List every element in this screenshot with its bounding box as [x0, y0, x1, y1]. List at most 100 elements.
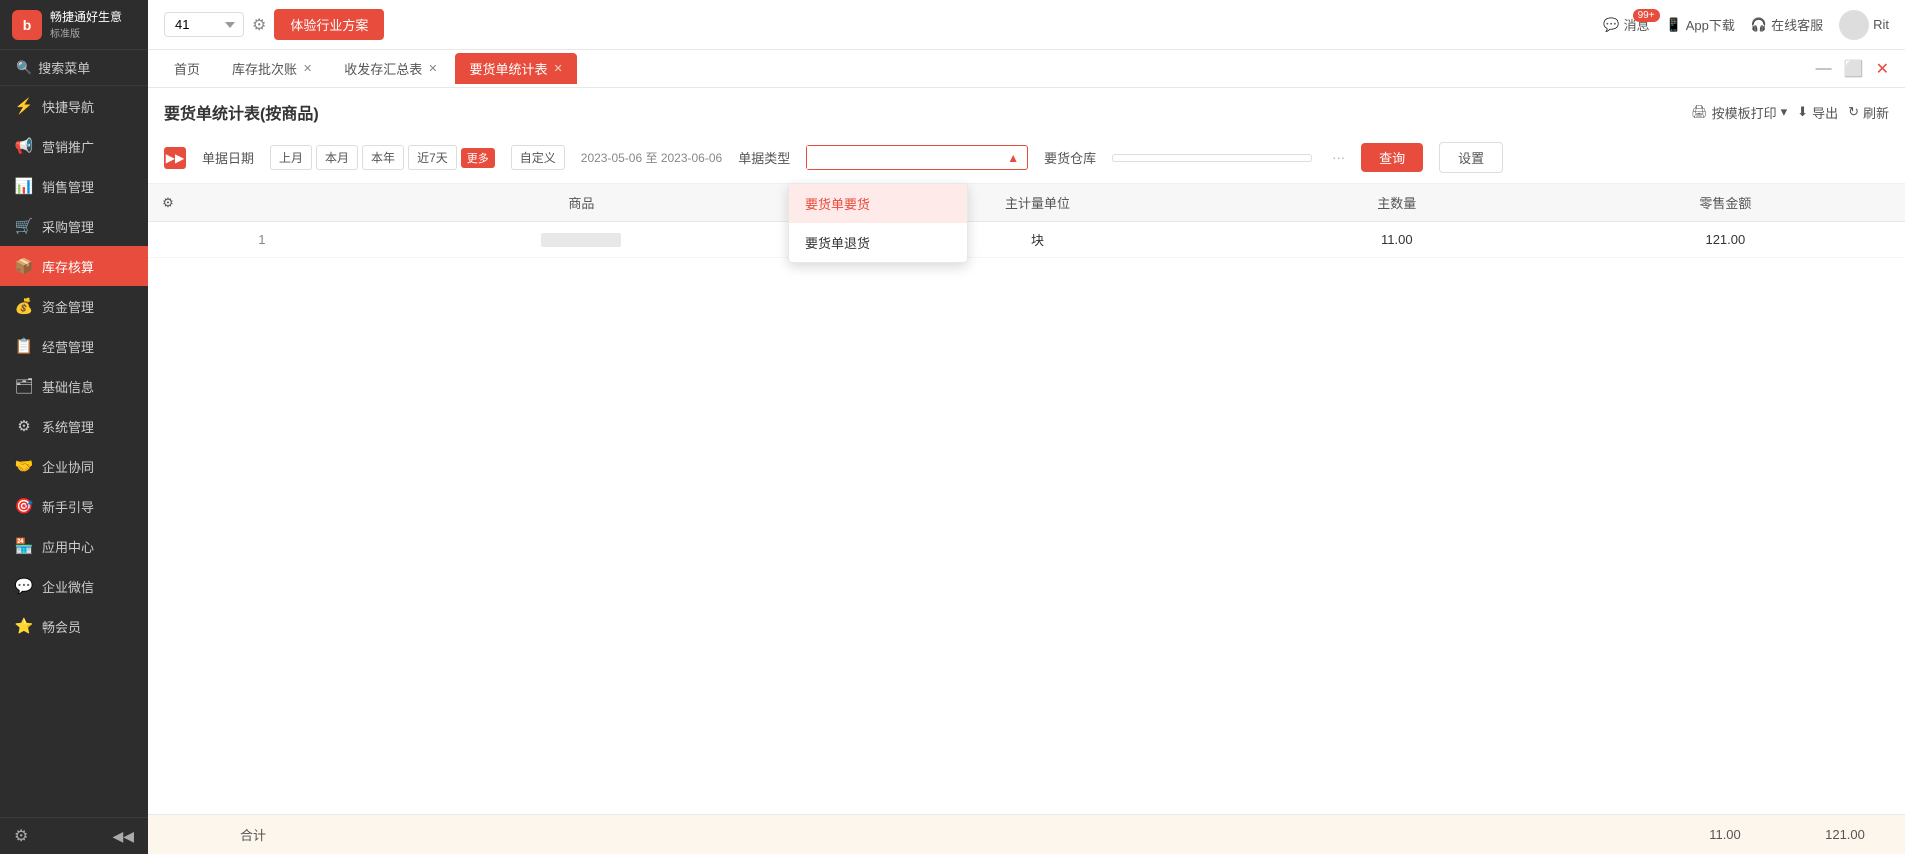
dropdown-item-order-goods[interactable]: 要货单要货	[789, 184, 967, 223]
search-icon: 🔍	[16, 60, 32, 76]
sidebar-item-inventory[interactable]: 📦 库存核算	[0, 246, 148, 286]
user-profile-btn[interactable]: Rit	[1839, 10, 1889, 40]
export-icon: ⬇	[1797, 104, 1808, 120]
collapse-icon[interactable]: ◀◀	[112, 828, 134, 845]
quick-nav-icon: ⚡	[14, 96, 34, 116]
content-area: 要货单统计表(按商品) 🖨 按模板打印 ▾ ⬇ 导出 ↻ 刷新 ▶▶	[148, 88, 1905, 854]
enterprise-icon: 🤝	[14, 456, 34, 476]
appstore-icon: 🏪	[14, 536, 34, 556]
col-qty: 主数量	[1248, 184, 1546, 222]
tab-recv-summary[interactable]: 收发存汇总表 ✕	[330, 53, 451, 84]
sidebar-item-basic[interactable]: 🗂 基础信息	[0, 366, 148, 406]
sidebar-item-member[interactable]: ⭐ 畅会员	[0, 606, 148, 646]
sidebar-item-appstore[interactable]: 🏪 应用中心	[0, 526, 148, 566]
sidebar-logo: b 畅捷通好生意 标准版	[0, 0, 148, 50]
headset-icon: 🎧	[1751, 17, 1767, 33]
date-btn-this-year[interactable]: 本年	[362, 145, 404, 170]
sidebar-item-wechat[interactable]: 💬 企业微信	[0, 566, 148, 606]
filter-bar: ▶▶ 单据日期 上月 本月 本年 近7天 更多 自定义 2023-05-06 至…	[148, 132, 1905, 184]
sidebar-item-guide[interactable]: 🎯 新手引导	[0, 486, 148, 526]
page-actions: 🖨 按模板打印 ▾ ⬇ 导出 ↻ 刷新	[1691, 103, 1889, 122]
date-btn-7days[interactable]: 近7天	[408, 145, 457, 170]
tab-recv-summary-close[interactable]: ✕	[428, 62, 437, 75]
col-gear[interactable]: ⚙	[148, 184, 188, 222]
message-icon: 💬	[1603, 17, 1619, 33]
topbar-gear-icon[interactable]: ⚙	[252, 15, 266, 35]
app-name: 畅捷通好生意	[50, 9, 122, 26]
sidebar-item-marketing[interactable]: 📢 营销推广	[0, 126, 148, 166]
basic-icon: 🗂	[14, 376, 34, 396]
warehouse-input[interactable]	[1112, 154, 1312, 162]
date-btn-last-month[interactable]: 上月	[270, 145, 312, 170]
company-select[interactable]: 41	[164, 12, 244, 37]
type-input[interactable]	[807, 146, 999, 169]
online-service-btn[interactable]: 🎧 在线客服	[1751, 15, 1823, 34]
print-btn[interactable]: 🖨 按模板打印 ▾	[1691, 103, 1787, 122]
sidebar-item-quick-nav[interactable]: ⚡ 快捷导航	[0, 86, 148, 126]
page-header: 要货单统计表(按商品) 🖨 按模板打印 ▾ ⬇ 导出 ↻ 刷新	[148, 88, 1905, 132]
system-icon: ⚙	[14, 416, 34, 436]
sidebar-item-operation[interactable]: 📋 经营管理	[0, 326, 148, 366]
sidebar-item-sales[interactable]: 📊 销售管理	[0, 166, 148, 206]
filter-expand-btn[interactable]: ▶▶	[164, 147, 186, 169]
settings-bottom-icon[interactable]: ⚙	[14, 826, 28, 846]
sidebar-item-label: 企业微信	[42, 577, 94, 596]
messages-btn[interactable]: 💬 消息 99+	[1603, 15, 1649, 34]
table-wrap: ⚙ 商品 主计量单位 主数量 零售金额 1	[148, 184, 1905, 814]
sales-icon: 📊	[14, 176, 34, 196]
refresh-btn[interactable]: ↻ 刷新	[1848, 103, 1889, 122]
tab-inventory-batch[interactable]: 库存批次账 ✕	[218, 53, 326, 84]
window-minimize-btn[interactable]: —	[1812, 58, 1836, 80]
sidebar-item-purchase[interactable]: 🛒 采购管理	[0, 206, 148, 246]
footer-qty: 11.00	[1665, 827, 1785, 842]
tab-recv-summary-label: 收发存汇总表	[344, 59, 422, 78]
sidebar-nav: ⚡ 快捷导航 📢 营销推广 📊 销售管理 🛒 采购管理 📦 库存核算 💰 资金管…	[0, 86, 148, 817]
table-row: 1 块 11.00 121.00	[148, 222, 1905, 258]
sidebar-item-label: 经营管理	[42, 337, 94, 356]
date-btn-more[interactable]: 更多	[461, 148, 495, 168]
finance-icon: 💰	[14, 296, 34, 316]
sidebar-item-label: 企业协同	[42, 457, 94, 476]
footer-label: 合计	[228, 825, 1545, 844]
export-btn[interactable]: ⬇ 导出	[1797, 103, 1838, 122]
window-maximize-btn[interactable]: ⬜	[1840, 57, 1868, 81]
app-version: 标准版	[50, 25, 122, 40]
filter-more-dots[interactable]: ···	[1332, 150, 1345, 165]
col-index	[188, 184, 336, 222]
trial-btn[interactable]: 体验行业方案	[274, 9, 384, 40]
sidebar-item-label: 畅会员	[42, 617, 81, 636]
sidebar-item-system[interactable]: ⚙ 系统管理	[0, 406, 148, 446]
sidebar-search[interactable]: 🔍 搜索菜单	[0, 50, 148, 86]
sidebar-item-label: 基础信息	[42, 377, 94, 396]
sidebar-item-label: 采购管理	[42, 217, 94, 236]
main-area: 41 ⚙ 体验行业方案 💬 消息 99+ 📱 App下载 🎧 在线客服 Rit	[148, 0, 1905, 854]
date-range-display: 2023-05-06 至 2023-06-06	[581, 149, 722, 166]
tab-order-stats-close[interactable]: ✕	[554, 62, 563, 75]
tab-order-stats[interactable]: 要货单统计表 ✕	[455, 53, 576, 84]
dropdown-item-order-return[interactable]: 要货单退货	[789, 223, 967, 262]
online-service-label: 在线客服	[1771, 15, 1823, 34]
topbar-left: 41 ⚙ 体验行业方案	[164, 9, 1591, 40]
sidebar-item-enterprise[interactable]: 🤝 企业协同	[0, 446, 148, 486]
type-dropdown-icon[interactable]: ▲	[999, 147, 1027, 169]
window-close-btn[interactable]: ✕	[1872, 57, 1893, 81]
operation-icon: 📋	[14, 336, 34, 356]
date-btn-this-month[interactable]: 本月	[316, 145, 358, 170]
user-name: Rit	[1873, 17, 1889, 32]
user-avatar	[1839, 10, 1869, 40]
product-placeholder	[541, 233, 621, 247]
page-title: 要货单统计表(按商品)	[164, 100, 319, 124]
type-input-wrap[interactable]: ▲	[806, 145, 1028, 170]
sidebar-item-finance[interactable]: 💰 资金管理	[0, 286, 148, 326]
tab-home[interactable]: 首页	[160, 53, 214, 84]
sidebar-item-label: 应用中心	[42, 537, 94, 556]
settings-btn[interactable]: 设置	[1439, 142, 1503, 173]
refresh-icon: ↻	[1848, 104, 1859, 120]
tab-order-stats-label: 要货单统计表	[469, 59, 547, 78]
sidebar-item-label: 新手引导	[42, 497, 94, 516]
app-download-btn[interactable]: 📱 App下载	[1666, 15, 1735, 34]
query-btn[interactable]: 查询	[1361, 143, 1423, 172]
custom-date-btn[interactable]: 自定义	[511, 145, 565, 170]
sidebar: b 畅捷通好生意 标准版 🔍 搜索菜单 ⚡ 快捷导航 📢 营销推广 📊 销售管理…	[0, 0, 148, 854]
tab-inventory-batch-close[interactable]: ✕	[303, 62, 312, 75]
